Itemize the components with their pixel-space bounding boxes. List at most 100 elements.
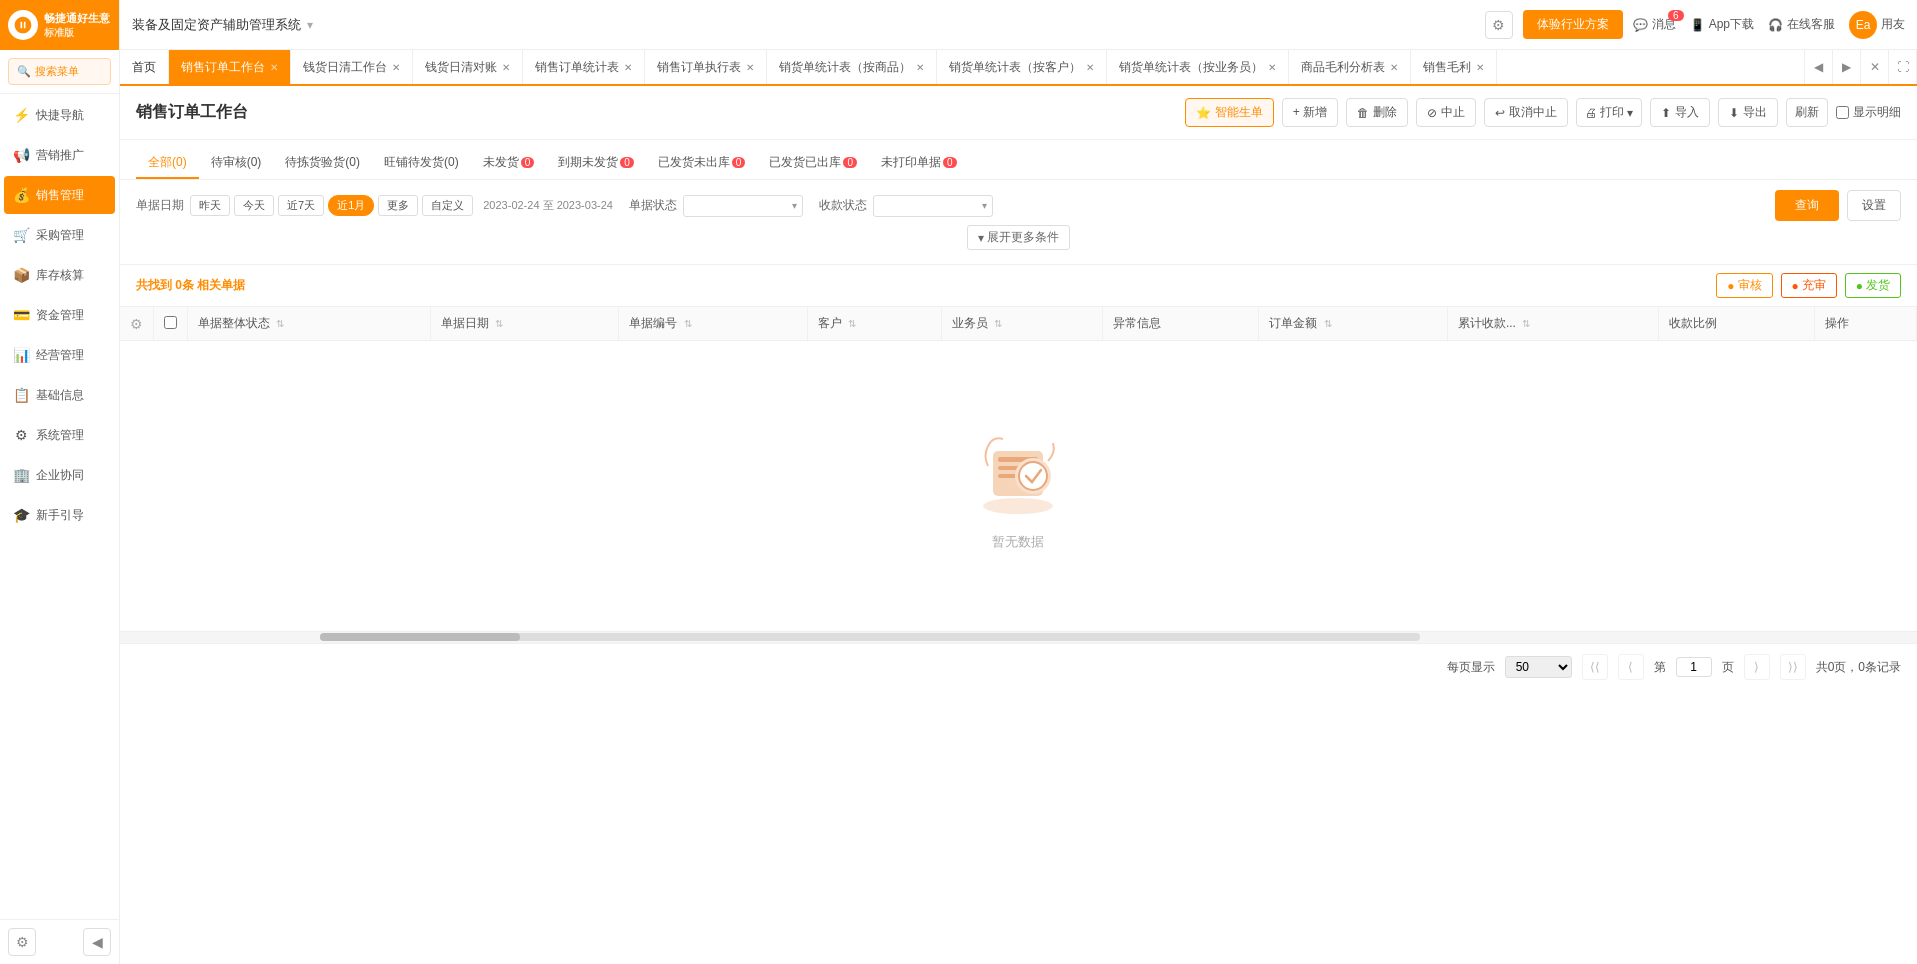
cancel-audit-button[interactable]: ● 充审 [1781, 273, 1837, 298]
show-detail-checkbox-label[interactable]: 显示明细 [1836, 104, 1901, 121]
tab-next-button[interactable]: ▶ [1833, 50, 1861, 85]
select-all-checkbox[interactable] [164, 316, 177, 329]
sort-staff-icon[interactable]: ⇅ [994, 318, 1002, 329]
sidebar-item-system[interactable]: ⚙系统管理 [4, 416, 115, 454]
tab-sales-workbench[interactable]: 销售订单工作台✕ [169, 50, 291, 85]
sub-tab-not-shipped[interactable]: 未发货0 [471, 148, 547, 179]
sort-number-icon[interactable]: ⇅ [684, 318, 692, 329]
tab-sales-stats[interactable]: 销售订单统计表✕ [523, 50, 645, 85]
sidebar-item-basic-info[interactable]: 📋基础信息 [4, 376, 115, 414]
tab-close-margin-analysis[interactable]: ✕ [1390, 62, 1398, 73]
set-button[interactable]: 设置 [1847, 190, 1901, 221]
tab-goods-stats-staff[interactable]: 销货单统计表（按业务员）✕ [1107, 50, 1289, 85]
industry-solution-button[interactable]: 体验行业方案 [1523, 10, 1623, 39]
tab-close-sales-stats[interactable]: ✕ [624, 62, 632, 73]
tab-close-goods-stats-product[interactable]: ✕ [916, 62, 924, 73]
online-service-button[interactable]: 🎧 在线客服 [1768, 16, 1835, 33]
refresh-button[interactable]: 刷新 [1786, 98, 1828, 127]
tab-close-cash-reconcile[interactable]: ✕ [502, 62, 510, 73]
tab-cash-reconcile[interactable]: 钱货日清对账✕ [413, 50, 523, 85]
page-number-input[interactable] [1676, 657, 1712, 677]
horizontal-scrollbar[interactable] [120, 631, 1917, 643]
sort-amount-icon[interactable]: ⇅ [1324, 318, 1332, 329]
system-title-dropdown-icon[interactable]: ▾ [307, 18, 313, 32]
query-button[interactable]: 查询 [1775, 190, 1839, 221]
tab-margin-analysis[interactable]: 商品毛利分析表✕ [1289, 50, 1411, 85]
audit-button[interactable]: ● 审核 [1716, 273, 1772, 298]
status-select[interactable] [683, 195, 803, 217]
date-shortcut-近1月[interactable]: 近1月 [328, 195, 374, 216]
delete-button[interactable]: 🗑 删除 [1346, 98, 1408, 127]
search-menu-button[interactable]: 🔍 搜索菜单 [8, 58, 111, 85]
scrollbar-thumb[interactable] [320, 633, 520, 641]
cancel-stop-button[interactable]: ↩ 取消中止 [1484, 98, 1568, 127]
import-button[interactable]: ⬆ 导入 [1650, 98, 1710, 127]
stop-button[interactable]: ⊘ 中止 [1416, 98, 1476, 127]
payment-select[interactable] [873, 195, 993, 217]
tab-close-sales-workbench[interactable]: ✕ [270, 62, 278, 73]
tab-sales-profit[interactable]: 销售毛利✕ [1411, 50, 1497, 85]
date-shortcut-自定义[interactable]: 自定义 [422, 195, 473, 216]
show-detail-checkbox[interactable] [1836, 106, 1849, 119]
sidebar-item-enterprise[interactable]: 🏢企业协同 [4, 456, 115, 494]
tab-close-sales-exec[interactable]: ✕ [746, 62, 754, 73]
tab-close-button[interactable]: ✕ [1861, 50, 1889, 85]
th-amount: 订单金额 ⇅ [1259, 307, 1448, 341]
sort-status-icon[interactable]: ⇅ [276, 318, 284, 329]
column-settings-icon[interactable]: ⚙ [130, 316, 143, 332]
add-button[interactable]: + 新增 [1282, 98, 1338, 127]
tab-close-cash-daily[interactable]: ✕ [392, 62, 400, 73]
sidebar-item-operations[interactable]: 📊经营管理 [4, 336, 115, 374]
tab-close-goods-stats-customer[interactable]: ✕ [1086, 62, 1094, 73]
settings-bottom-button[interactable]: ⚙ [8, 928, 36, 956]
topbar-settings-button[interactable]: ⚙ [1485, 11, 1513, 39]
tab-close-goods-stats-staff[interactable]: ✕ [1268, 62, 1276, 73]
sub-tab-overdue-not-shipped[interactable]: 到期未发货0 [546, 148, 646, 179]
sub-tab-shipped-not-out[interactable]: 已发货未出库0 [646, 148, 758, 179]
sub-tab-pending-inspect[interactable]: 待拣货验货(0) [273, 148, 372, 179]
tab-cash-daily[interactable]: 钱货日清工作台✕ [291, 50, 413, 85]
date-shortcut-今天[interactable]: 今天 [234, 195, 274, 216]
sub-tab-shipped-out[interactable]: 已发货已出库0 [757, 148, 869, 179]
tab-goods-stats-customer[interactable]: 销货单统计表（按客户）✕ [937, 50, 1107, 85]
print-button[interactable]: 🖨 打印 ▾ [1576, 98, 1642, 127]
sidebar-item-marketing[interactable]: 📢营销推广 [4, 136, 115, 174]
next-page-button[interactable]: ⟩ [1744, 654, 1770, 680]
last-page-button[interactable]: ⟩⟩ [1780, 654, 1806, 680]
guide-nav-icon: 🎓 [12, 506, 30, 524]
sidebar-item-purchase[interactable]: 🛒采购管理 [4, 216, 115, 254]
tab-goods-stats-product[interactable]: 销货单统计表（按商品）✕ [767, 50, 937, 85]
message-button[interactable]: 💬 消息 6 [1633, 16, 1676, 33]
export-button[interactable]: ⬇ 导出 [1718, 98, 1778, 127]
tab-close-sales-profit[interactable]: ✕ [1476, 62, 1484, 73]
sort-collected-icon[interactable]: ⇅ [1522, 318, 1530, 329]
sidebar-item-finance[interactable]: 💳资金管理 [4, 296, 115, 334]
sidebar-item-inventory[interactable]: 📦库存核算 [4, 256, 115, 294]
user-menu-button[interactable]: Ea 用友 [1849, 11, 1905, 39]
tab-maximize-button[interactable]: ⛶ [1889, 50, 1917, 85]
page-size-select[interactable]: 50 20 100 [1505, 656, 1572, 678]
app-download-button[interactable]: 📱 App下载 [1690, 16, 1754, 33]
collapse-button[interactable]: ◀ [83, 928, 111, 956]
sub-tab-all[interactable]: 全部(0) [136, 148, 199, 179]
date-shortcut-更多[interactable]: 更多 [378, 195, 418, 216]
tab-prev-button[interactable]: ◀ [1805, 50, 1833, 85]
sidebar-item-quick-nav[interactable]: ⚡快捷导航 [4, 96, 115, 134]
sub-tab-not-printed[interactable]: 未打印单据0 [869, 148, 969, 179]
sub-tab-pending-review[interactable]: 待审核(0) [199, 148, 274, 179]
tab-home[interactable]: 首页 [120, 50, 169, 85]
date-shortcut-昨天[interactable]: 昨天 [190, 195, 230, 216]
prev-page-button[interactable]: ⟨ [1618, 654, 1644, 680]
sort-date-icon[interactable]: ⇅ [495, 318, 503, 329]
send-goods-button[interactable]: ● 发货 [1845, 273, 1901, 298]
tab-sales-exec[interactable]: 销售订单执行表✕ [645, 50, 767, 85]
first-page-button[interactable]: ⟨⟨ [1582, 654, 1608, 680]
sidebar-item-sales[interactable]: 💰销售管理 [4, 176, 115, 214]
sort-customer-icon[interactable]: ⇅ [848, 318, 856, 329]
page-size-label: 每页显示 [1447, 659, 1495, 676]
expand-filter-button[interactable]: ▾ 展开更多条件 [967, 225, 1070, 250]
sub-tab-wangpu-ship[interactable]: 旺铺待发货(0) [372, 148, 471, 179]
sidebar-item-guide[interactable]: 🎓新手引导 [4, 496, 115, 534]
smart-gen-button[interactable]: ⭐ 智能生单 [1185, 98, 1274, 127]
date-shortcut-近7天[interactable]: 近7天 [278, 195, 324, 216]
